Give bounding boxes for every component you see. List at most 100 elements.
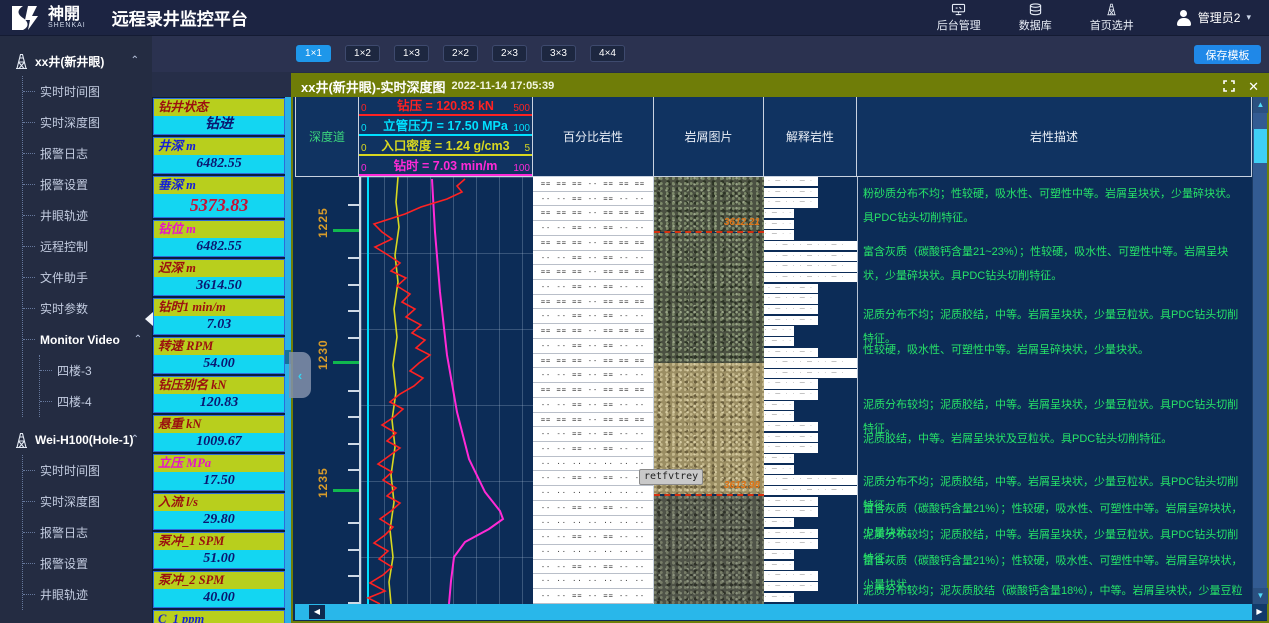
curve-name-value: 立管压力 = 17.50 MPa — [359, 115, 532, 134]
scroll-up-icon[interactable]: ▲ — [1253, 97, 1268, 113]
nav-backend[interactable]: 后台管理 — [937, 3, 981, 33]
nav-label: 首页选井 — [1090, 17, 1134, 33]
layout-button-4x4[interactable]: 4×4 — [590, 45, 625, 62]
video-items: 四楼-3四楼-4 — [39, 355, 152, 417]
lithology-symbol-row: == == == -- == == == — [533, 413, 653, 428]
horizontal-scrollbar[interactable]: ◀ — [295, 604, 1252, 620]
sidebar-item-实时时间图[interactable]: 实时时间图 — [23, 455, 152, 486]
well-tree-items: 实时时间图实时深度图报警日志报警设置井眼轨迹远程控制文件助手实时参数Monito… — [22, 76, 152, 417]
sidebar-group-monitor-video[interactable]: Monitor Video⌃ — [23, 324, 152, 355]
scroll-left-icon[interactable]: ◀ — [309, 605, 325, 619]
interp-lithology-cell: · — · · — · — [764, 230, 794, 239]
chevron-up-icon[interactable]: ⌃ — [134, 334, 142, 345]
close-icon[interactable]: ✕ — [1248, 80, 1259, 93]
lithology-symbol-row: == == == -- == == == — [533, 206, 653, 221]
sidebar-item-实时时间图[interactable]: 实时时间图 — [23, 76, 152, 107]
interp-lithology-cell: · — · · — · — [764, 561, 794, 570]
sidebar-item-文件助手[interactable]: 文件助手 — [23, 262, 152, 293]
param-card-12: 泵冲_2 SPM40.00 — [153, 571, 285, 608]
photo-depth-annotation: 3612.21 — [724, 217, 760, 228]
param-value: 3614.50 — [154, 277, 284, 295]
save-template-button[interactable]: 保存模板 — [1194, 45, 1261, 64]
vertical-scrollbar-thumb[interactable] — [1254, 129, 1267, 163]
chevron-up-icon[interactable]: ⌃ — [131, 434, 139, 445]
param-value: 120.83 — [154, 394, 284, 412]
sidebar-item-实时深度图[interactable]: 实时深度图 — [23, 486, 152, 517]
sidebar-item-报警日志[interactable]: 报警日志 — [23, 517, 152, 548]
wob-curve — [368, 179, 465, 604]
user-menu[interactable]: 管理员2 ▾ — [1176, 9, 1251, 26]
density-curve — [389, 177, 399, 604]
sidebar-item-报警日志[interactable]: 报警日志 — [23, 138, 152, 169]
lithology-symbol-row: ·· ·· ·· ·· ·· ·· ·· — [533, 486, 653, 501]
panel-collapse-handle[interactable]: ‹ — [289, 352, 311, 398]
param-value-text: 120.83 — [200, 395, 239, 410]
param-label: 泵冲_2 SPM — [154, 572, 284, 589]
param-card-11: 泵冲_1 SPM51.00 — [153, 532, 285, 569]
curve-legend: 0钻压 = 120.83 kN5000立管压力 = 17.50 MPa1000入… — [359, 97, 533, 177]
interp-lithology-cell: · — · · — · · — · — [764, 486, 857, 495]
sidebar-item-label: 报警设置 — [40, 176, 88, 193]
param-value: 40.00 — [154, 589, 284, 607]
sidebar-item-报警设置[interactable]: 报警设置 — [23, 169, 152, 200]
param-value-text: 钻进 — [205, 117, 233, 132]
sidebar-well-1[interactable]: Wei-H100(Hole-1)⌃ — [0, 425, 152, 455]
sidebar-item-label: 实时深度图 — [40, 114, 100, 131]
user-avatar-icon — [1176, 10, 1192, 26]
param-value-text: 17.50 — [203, 473, 235, 488]
legend-underline — [359, 174, 532, 176]
sidebar-item-井眼轨迹[interactable]: 井眼轨迹 — [23, 200, 152, 231]
curve-track — [359, 177, 533, 604]
scroll-right-icon[interactable]: ▶ — [1252, 604, 1267, 620]
interp-lithology-cell: · — · · — · — [764, 571, 818, 580]
param-card-5: 钻时1 min/m7.03 — [153, 298, 285, 335]
sidebar-item-四楼-4[interactable]: 四楼-4 — [40, 386, 152, 417]
layout-button-1x3[interactable]: 1×3 — [394, 45, 429, 62]
caret-down-icon: ▾ — [1246, 12, 1251, 23]
sidebar-collapse-icon[interactable] — [145, 312, 153, 326]
window-titlebar: xx井(新井眼)-实时深度图 2022-11-14 17:05:39 ✕ — [293, 75, 1267, 97]
param-label: 钻井状态 — [154, 99, 284, 116]
scroll-down-icon[interactable]: ▼ — [1253, 588, 1268, 604]
param-label: C_1 ppm — [154, 611, 284, 623]
sidebar-item-label: 报警设置 — [40, 555, 88, 572]
sidebar-item-四楼-3[interactable]: 四楼-3 — [40, 355, 152, 386]
layout-button-2x2[interactable]: 2×2 — [443, 45, 478, 62]
sidebar-item-实时参数[interactable]: 实时参数 — [23, 293, 152, 324]
chevron-left-icon: ‹ — [298, 368, 302, 383]
layout-button-2x3[interactable]: 2×3 — [492, 45, 527, 62]
param-value: 17.50 — [154, 472, 284, 490]
sidebar-item-井眼轨迹[interactable]: 井眼轨迹 — [23, 579, 152, 610]
console-icon — [951, 3, 966, 16]
lithology-symbol-row: -- -- == -- == -- -- — [533, 192, 653, 207]
lithology-symbol-row: -- -- == -- == -- -- — [533, 368, 653, 383]
app-root: 神開 SHENKAI 远程录井监控平台 后台管理数据库首页选井 管理员2 ▾ 1… — [0, 0, 1269, 623]
param-value-text: 3614.50 — [196, 278, 242, 293]
param-value: 6482.55 — [154, 155, 284, 173]
app-title: 远程录井监控平台 — [112, 5, 248, 30]
layout-button-1x1[interactable]: 1×1 — [296, 45, 331, 62]
param-card-10: 入流 l/s29.80 — [153, 493, 285, 530]
realtime-parameter-panel: 钻井状态钻进井深 m6482.55垂深 m5373.83钻位 m6482.55迟… — [152, 97, 286, 623]
sidebar-item-远程控制[interactable]: 远程控制 — [23, 231, 152, 262]
nav-database[interactable]: 数据库 — [1019, 3, 1052, 33]
sidebar-item-实时深度图[interactable]: 实时深度图 — [23, 107, 152, 138]
lithology-symbol-row: == == == -- == == == — [533, 295, 653, 310]
sidebar-well-0[interactable]: xx井(新井眼)⌃ — [0, 46, 152, 76]
expand-icon[interactable] — [1223, 80, 1235, 92]
param-label: 悬重 kN — [154, 416, 284, 433]
sidebar-item-报警设置[interactable]: 报警设置 — [23, 548, 152, 579]
interp-lithology-cell: · — · · — · · — · — [764, 358, 857, 367]
lithology-symbol-row: -- -- == -- == -- -- — [533, 530, 653, 545]
vertical-scrollbar[interactable]: ▲ ▼ — [1252, 97, 1267, 604]
param-value-text: 1009.67 — [196, 434, 242, 449]
interp-lithology-cell: · — · · — · — [764, 305, 818, 314]
depth-tick-minor — [348, 416, 359, 418]
nav-well-select[interactable]: 首页选井 — [1090, 3, 1134, 33]
chevron-up-icon[interactable]: ⌃ — [131, 55, 139, 66]
layout-button-1x2[interactable]: 1×2 — [345, 45, 380, 62]
param-label: 迟深 m — [154, 260, 284, 277]
window-title: xx井(新井眼)-实时深度图 — [301, 77, 445, 96]
cuttings-photo — [654, 233, 764, 363]
layout-button-3x3[interactable]: 3×3 — [541, 45, 576, 62]
